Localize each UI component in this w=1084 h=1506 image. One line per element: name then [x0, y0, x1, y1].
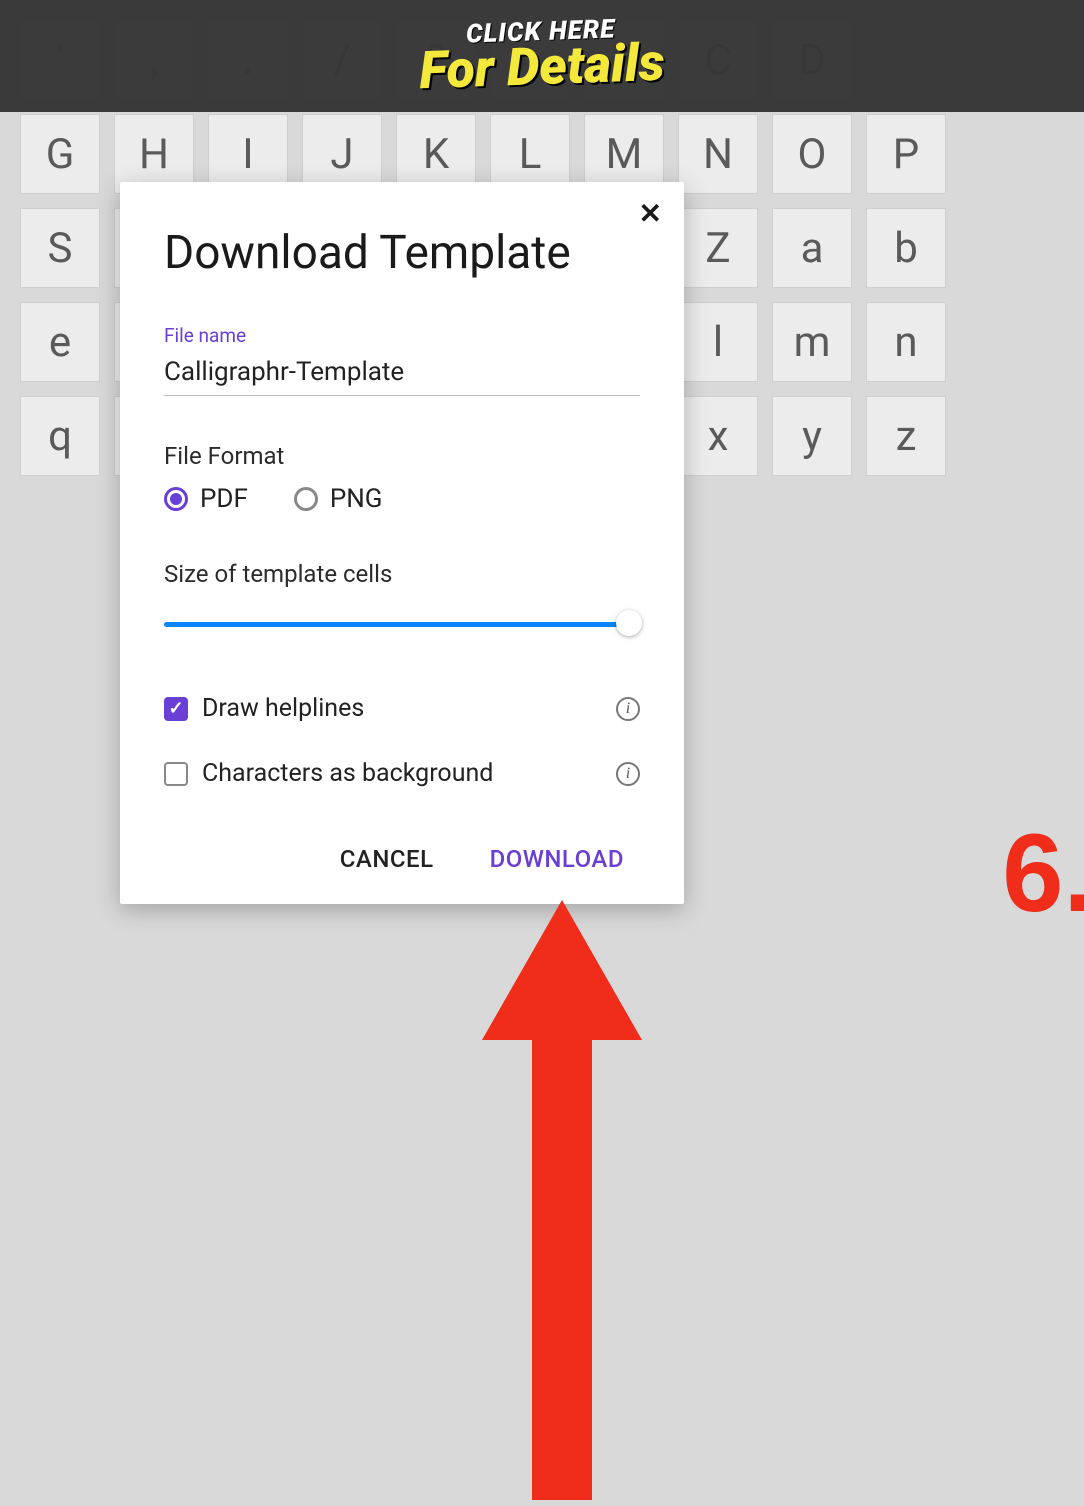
radio-pdf[interactable]: PDF [164, 484, 248, 514]
character-cell[interactable]: O [772, 114, 852, 194]
file-name-label: File name [164, 324, 640, 347]
chars-background-checkbox[interactable] [164, 762, 188, 786]
character-cell[interactable]: y [772, 396, 852, 476]
info-icon[interactable]: i [616, 762, 640, 786]
file-format-label: File Format [164, 442, 640, 470]
cell-size-label: Size of template cells [164, 560, 640, 588]
character-cell[interactable]: x [678, 396, 758, 476]
step-number: 6. [1002, 810, 1084, 937]
file-format-radio-group: PDF PNG [164, 484, 640, 514]
character-cell[interactable]: Z [678, 208, 758, 288]
character-cell[interactable]: b [866, 208, 946, 288]
character-cell[interactable]: S [20, 208, 100, 288]
download-button[interactable]: DOWNLOAD [484, 844, 630, 874]
radio-png-label: PNG [330, 484, 383, 514]
character-cell[interactable]: n [866, 302, 946, 382]
character-cell[interactable]: e [20, 302, 100, 382]
radio-png[interactable]: PNG [294, 484, 383, 514]
radio-icon [164, 487, 188, 511]
draw-helplines-row: ✓ Draw helplines i [164, 694, 640, 723]
file-name-input[interactable] [164, 353, 640, 396]
character-cell[interactable]: a [772, 208, 852, 288]
character-cell[interactable]: q [20, 396, 100, 476]
chars-background-label: Characters as background [202, 759, 602, 788]
character-cell[interactable]: z [866, 396, 946, 476]
character-cell[interactable]: l [678, 302, 758, 382]
draw-helplines-checkbox[interactable]: ✓ [164, 697, 188, 721]
dialog-actions: CANCEL DOWNLOAD [164, 844, 640, 874]
info-icon[interactable]: i [616, 697, 640, 721]
download-template-dialog: ✕ Download Template File name File Forma… [120, 182, 684, 904]
draw-helplines-label: Draw helplines [202, 694, 602, 723]
character-cell[interactable]: N [678, 114, 758, 194]
chars-background-row: Characters as background i [164, 759, 640, 788]
cell-size-slider[interactable] [164, 610, 640, 638]
character-cell[interactable]: G [20, 114, 100, 194]
radio-pdf-label: PDF [200, 484, 248, 514]
close-icon[interactable]: ✕ [639, 200, 662, 228]
slider-track [164, 622, 640, 627]
character-cell[interactable]: P [866, 114, 946, 194]
dialog-title: Download Template [164, 226, 640, 280]
pointer-arrow-icon [482, 900, 642, 1500]
banner-line-2: For Details [419, 37, 666, 98]
radio-icon [294, 487, 318, 511]
banner-text: CLICK HERE For Details [418, 15, 666, 98]
slider-thumb[interactable] [616, 610, 642, 636]
promo-banner[interactable]: CLICK HERE For Details [0, 0, 1084, 112]
character-cell[interactable]: m [772, 302, 852, 382]
cancel-button[interactable]: CANCEL [334, 844, 440, 874]
